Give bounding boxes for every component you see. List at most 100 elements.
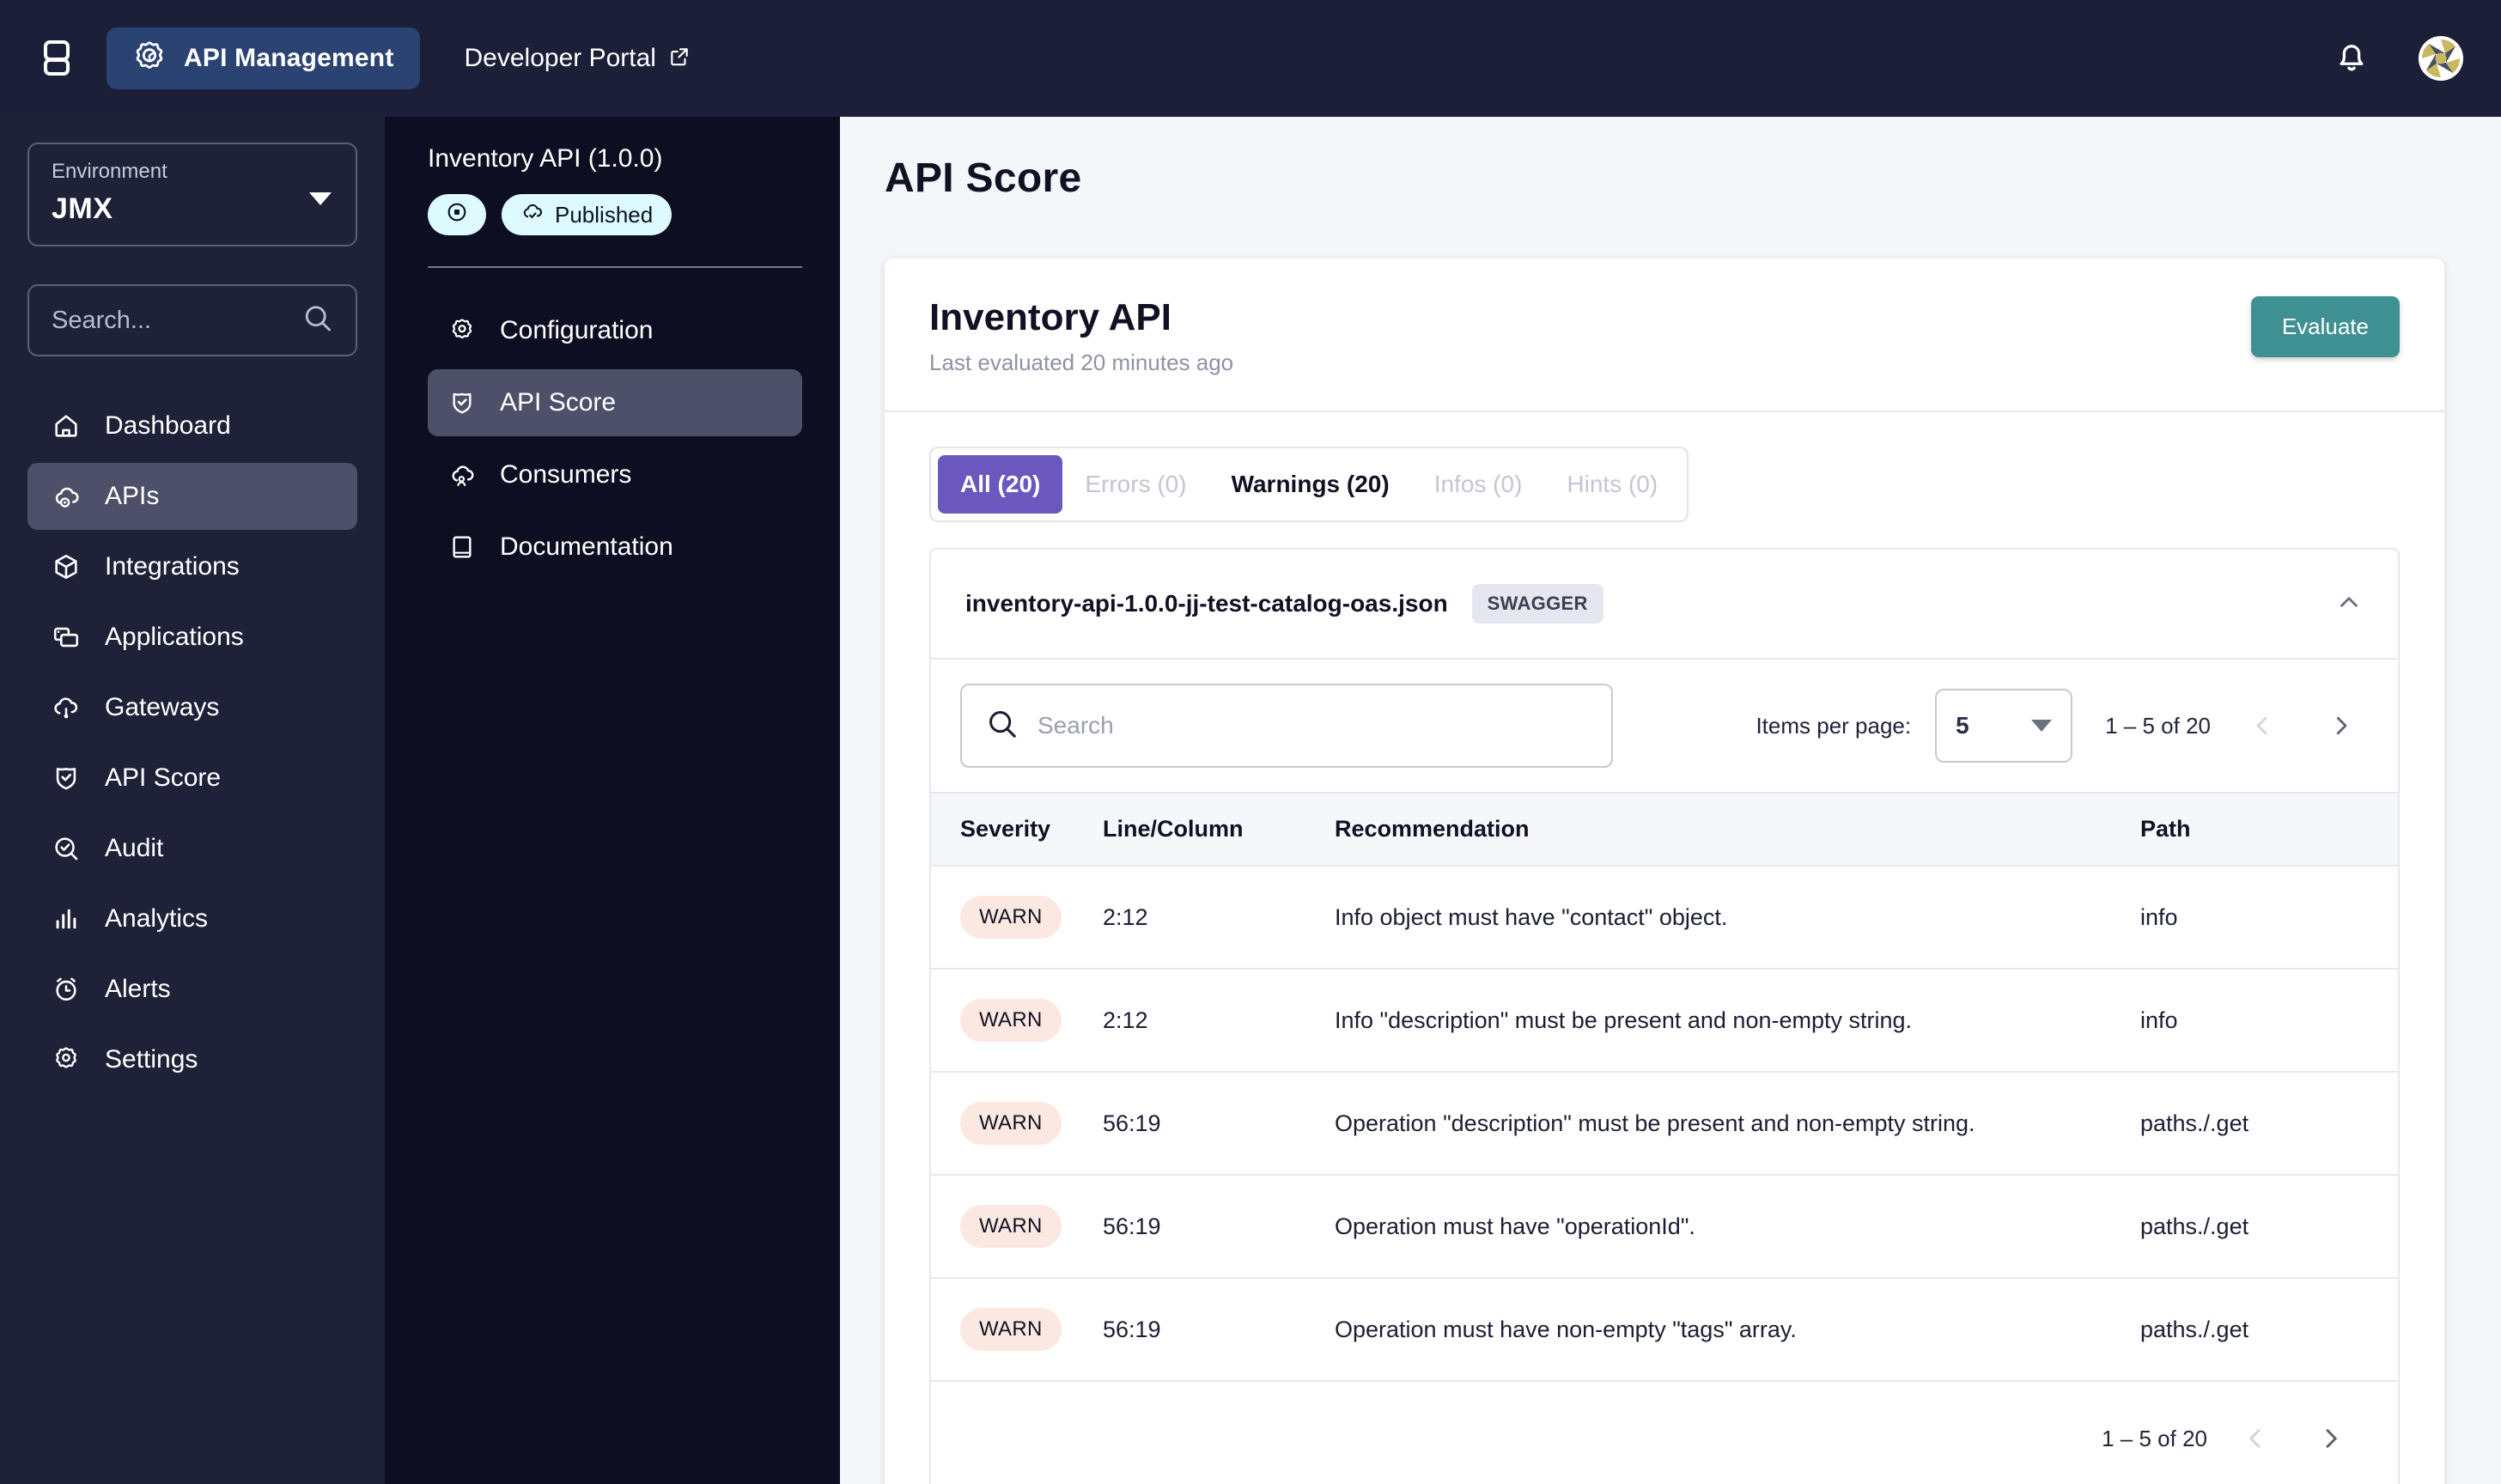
main-content: API Score Inventory API Last evaluated 2…: [840, 117, 2501, 1484]
sidebar-item-analytics[interactable]: Analytics: [27, 885, 357, 952]
g-logo-icon[interactable]: [38, 39, 77, 78]
sidebar-item-apis[interactable]: APIs: [27, 463, 357, 530]
file-header[interactable]: inventory-api-1.0.0-jj-test-catalog-oas.…: [931, 550, 2398, 660]
findings-table-head: Severity Line/Column Recommendation Path: [931, 792, 2398, 867]
status-badge: WARN: [960, 999, 1062, 1042]
cloud-user-icon: [447, 459, 478, 490]
tab-hints[interactable]: Hints (0): [1544, 455, 1680, 514]
result-search-placeholder: Search: [1038, 712, 1114, 739]
result-search-input[interactable]: Search: [960, 684, 1613, 768]
result-toolbar: Search Items per page: 5 1 – 5 of 20: [931, 660, 2398, 792]
sidebar-item-settings[interactable]: Settings: [27, 1026, 357, 1093]
cell-recommendation: Info "description" must be present and n…: [1335, 969, 2140, 1073]
tab-errors[interactable]: Errors (0): [1062, 455, 1208, 514]
subnav-item-documentation[interactable]: Documentation: [428, 514, 802, 581]
sidebar-search-input[interactable]: Search...: [27, 284, 357, 356]
table-row[interactable]: WARN 56:19 Operation must have non-empty…: [931, 1278, 2398, 1382]
sidebar-item-dashboard[interactable]: Dashboard: [27, 392, 357, 459]
items-per-page-value: 5: [1956, 712, 1969, 739]
sidebar-item-alerts[interactable]: Alerts: [27, 956, 357, 1023]
pagination-prev-top[interactable]: [2235, 698, 2290, 753]
api-context-nav: Configuration API Score Consumers Docume…: [428, 297, 802, 581]
status-badge-visibility[interactable]: [428, 194, 486, 235]
status-badge-label: Published: [555, 201, 654, 228]
cloud-node-icon: [50, 691, 82, 724]
nav-developer-portal-label: Developer Portal: [464, 44, 656, 72]
sidebar-item-gateways[interactable]: Gateways: [27, 674, 357, 741]
nav-developer-portal[interactable]: Developer Portal: [451, 28, 704, 88]
nav-api-management[interactable]: API Management: [106, 27, 420, 89]
status-badge: WARN: [960, 1205, 1062, 1248]
bar-chart-icon: [50, 903, 82, 935]
table-row[interactable]: WARN 2:12 Info object must have "contact…: [931, 866, 2398, 970]
chevron-up-icon[interactable]: [2334, 587, 2364, 621]
nav-api-management-label: API Management: [184, 44, 394, 72]
cell-recommendation: Operation "description" must be present …: [1335, 1072, 2140, 1176]
sidebar-item-label: Audit: [105, 834, 164, 862]
table-row[interactable]: WARN 56:19 Operation "description" must …: [931, 1072, 2398, 1176]
api-score-card: Inventory API Last evaluated 20 minutes …: [885, 258, 2444, 1484]
windows-icon: [50, 621, 82, 654]
environment-selector[interactable]: Environment JMX: [27, 143, 357, 246]
cell-path: paths./.get: [2140, 1278, 2398, 1382]
sidebar-item-label: Analytics: [105, 904, 209, 933]
app-body: Environment JMX Search... Dashboard APIs…: [0, 117, 2501, 1484]
sidebar-item-label: API Score: [105, 763, 222, 792]
cube-icon: [50, 550, 82, 583]
cell-line-column: 2:12: [1103, 969, 1335, 1073]
gear-icon: [447, 315, 478, 346]
cell-recommendation: Operation must have "operationId".: [1335, 1175, 2140, 1279]
alarm-clock-icon: [50, 973, 82, 1006]
table-row[interactable]: WARN 2:12 Info "description" must be pre…: [931, 969, 2398, 1073]
bell-icon[interactable]: [2333, 38, 2370, 80]
tab-all[interactable]: All (20): [938, 455, 1063, 514]
cell-line-column: 2:12: [1103, 866, 1335, 970]
sidebar-item-integrations[interactable]: Integrations: [27, 533, 357, 600]
tab-warnings[interactable]: Warnings (20): [1209, 455, 1412, 514]
sidebar-item-label: Settings: [105, 1045, 198, 1073]
search-icon: [302, 303, 333, 338]
book-icon: [447, 532, 478, 563]
cell-path: info: [2140, 969, 2398, 1073]
subnav-item-configuration[interactable]: Configuration: [428, 297, 802, 364]
subnav-item-consumers[interactable]: Consumers: [428, 441, 802, 508]
pagination-range-top: 1 – 5 of 20: [2105, 712, 2211, 739]
evaluate-button[interactable]: Evaluate: [2250, 296, 2400, 357]
subnav-item-api-score[interactable]: API Score: [428, 369, 802, 436]
sidebar-search-placeholder: Search...: [52, 306, 152, 334]
user-avatar[interactable]: [2419, 36, 2463, 81]
sidebar-item-audit[interactable]: Audit: [27, 815, 357, 882]
sidebar-item-api-score[interactable]: API Score: [27, 745, 357, 812]
pagination-prev-bottom[interactable]: [2228, 1411, 2283, 1466]
api-gear-icon: [132, 40, 167, 78]
pagination-next-bottom[interactable]: [2303, 1411, 2358, 1466]
subnav-item-label: Documentation: [500, 532, 673, 561]
items-per-page-select[interactable]: 5: [1935, 689, 2073, 763]
sidebar-item-label: Applications: [105, 623, 244, 651]
status-badge: WARN: [960, 896, 1062, 939]
cell-path: paths./.get: [2140, 1175, 2398, 1279]
cloud-gear-icon: [50, 480, 82, 513]
status-badge-published[interactable]: Published: [502, 194, 672, 235]
table-row[interactable]: WARN 56:19 Operation must have "operatio…: [931, 1175, 2398, 1279]
col-header-recommendation: Recommendation: [1335, 792, 2140, 867]
cell-line-column: 56:19: [1103, 1175, 1335, 1279]
col-header-severity: Severity: [931, 792, 1103, 867]
sidebar-item-label: Alerts: [105, 975, 171, 1003]
api-context-panel: Inventory API (1.0.0) Published Configur…: [385, 117, 840, 1484]
sidebar-nav: Dashboard APIs Integrations Applications…: [27, 392, 357, 1093]
top-bar: API Management Developer Portal: [0, 0, 2501, 117]
magnifier-check-icon: [50, 832, 82, 865]
tab-infos[interactable]: Infos (0): [1412, 455, 1545, 514]
swagger-badge: SWAGGER: [1471, 584, 1603, 623]
pagination-next-top[interactable]: [2314, 698, 2369, 753]
shield-check-icon: [50, 762, 82, 794]
sidebar-item-applications[interactable]: Applications: [27, 604, 357, 671]
search-icon: [986, 708, 1019, 745]
table-footer-pagination: 1 – 5 of 20: [931, 1382, 2398, 1484]
col-header-path: Path: [2140, 792, 2398, 867]
findings-table-body: WARN 2:12 Info object must have "contact…: [931, 866, 2398, 1382]
status-badge: WARN: [960, 1102, 1062, 1145]
cell-path: info: [2140, 866, 2398, 970]
gear-icon: [50, 1043, 82, 1076]
